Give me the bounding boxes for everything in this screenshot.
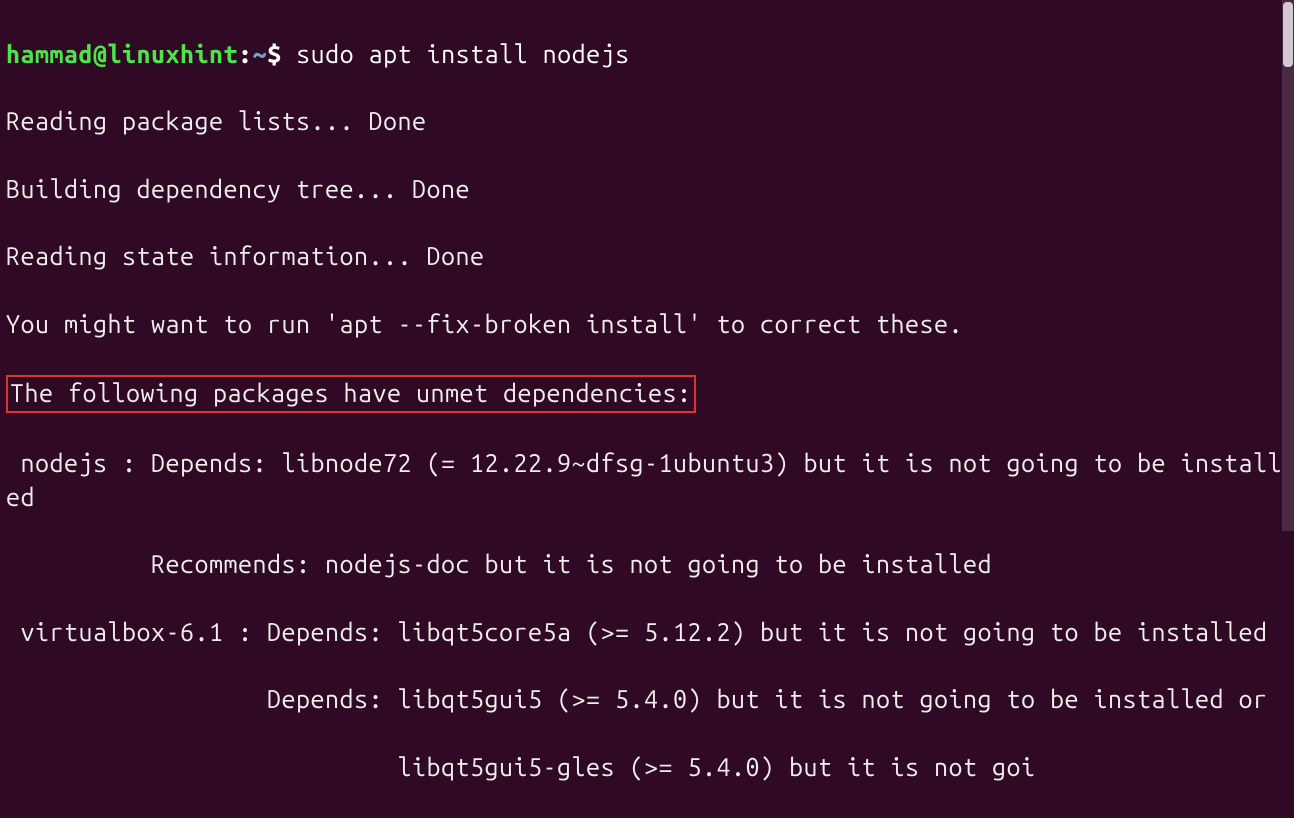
prompt-at: @ xyxy=(93,40,108,68)
highlight-unmet-deps: The following packages have unmet depend… xyxy=(6,375,696,413)
prompt-user: hammad xyxy=(6,40,93,68)
output-fix-broken-hint: You might want to run 'apt --fix-broken … xyxy=(6,308,1288,342)
command-text: sudo apt install nodejs xyxy=(282,40,630,68)
prompt-colon: : xyxy=(238,40,253,68)
output-dep-virtualbox: virtualbox-6.1 : Depends: libqt5core5a (… xyxy=(6,616,1288,650)
prompt-dollar: $ xyxy=(267,40,282,68)
output-dep-libqt5gui5: Depends: libqt5gui5 (>= 5.4.0) but it is… xyxy=(6,683,1288,717)
output-dep-nodejs: nodejs : Depends: libnode72 (= 12.22.9~d… xyxy=(6,447,1288,515)
prompt-host: linuxhint xyxy=(108,40,239,68)
terminal-output[interactable]: hammad@linuxhint:~$ sudo apt install nod… xyxy=(6,4,1288,818)
output-unmet-deps-header: The following packages have unmet depend… xyxy=(6,375,1288,413)
output-rec-nodejs-doc: Recommends: nodejs-doc but it is not goi… xyxy=(6,548,1288,582)
output-reading-packages: Reading package lists... Done xyxy=(6,105,1288,139)
scrollbar-track[interactable] xyxy=(1282,0,1294,531)
scrollbar-thumb[interactable] xyxy=(1283,2,1293,67)
output-reading-state: Reading state information... Done xyxy=(6,240,1288,274)
output-dep-libqt5gui5-gles: libqt5gui5-gles (>= 5.4.0) but it is not… xyxy=(6,751,1288,785)
prompt-path: ~ xyxy=(253,40,268,68)
prompt-line: hammad@linuxhint:~$ sudo apt install nod… xyxy=(6,38,1288,72)
output-building-tree: Building dependency tree... Done xyxy=(6,173,1288,207)
